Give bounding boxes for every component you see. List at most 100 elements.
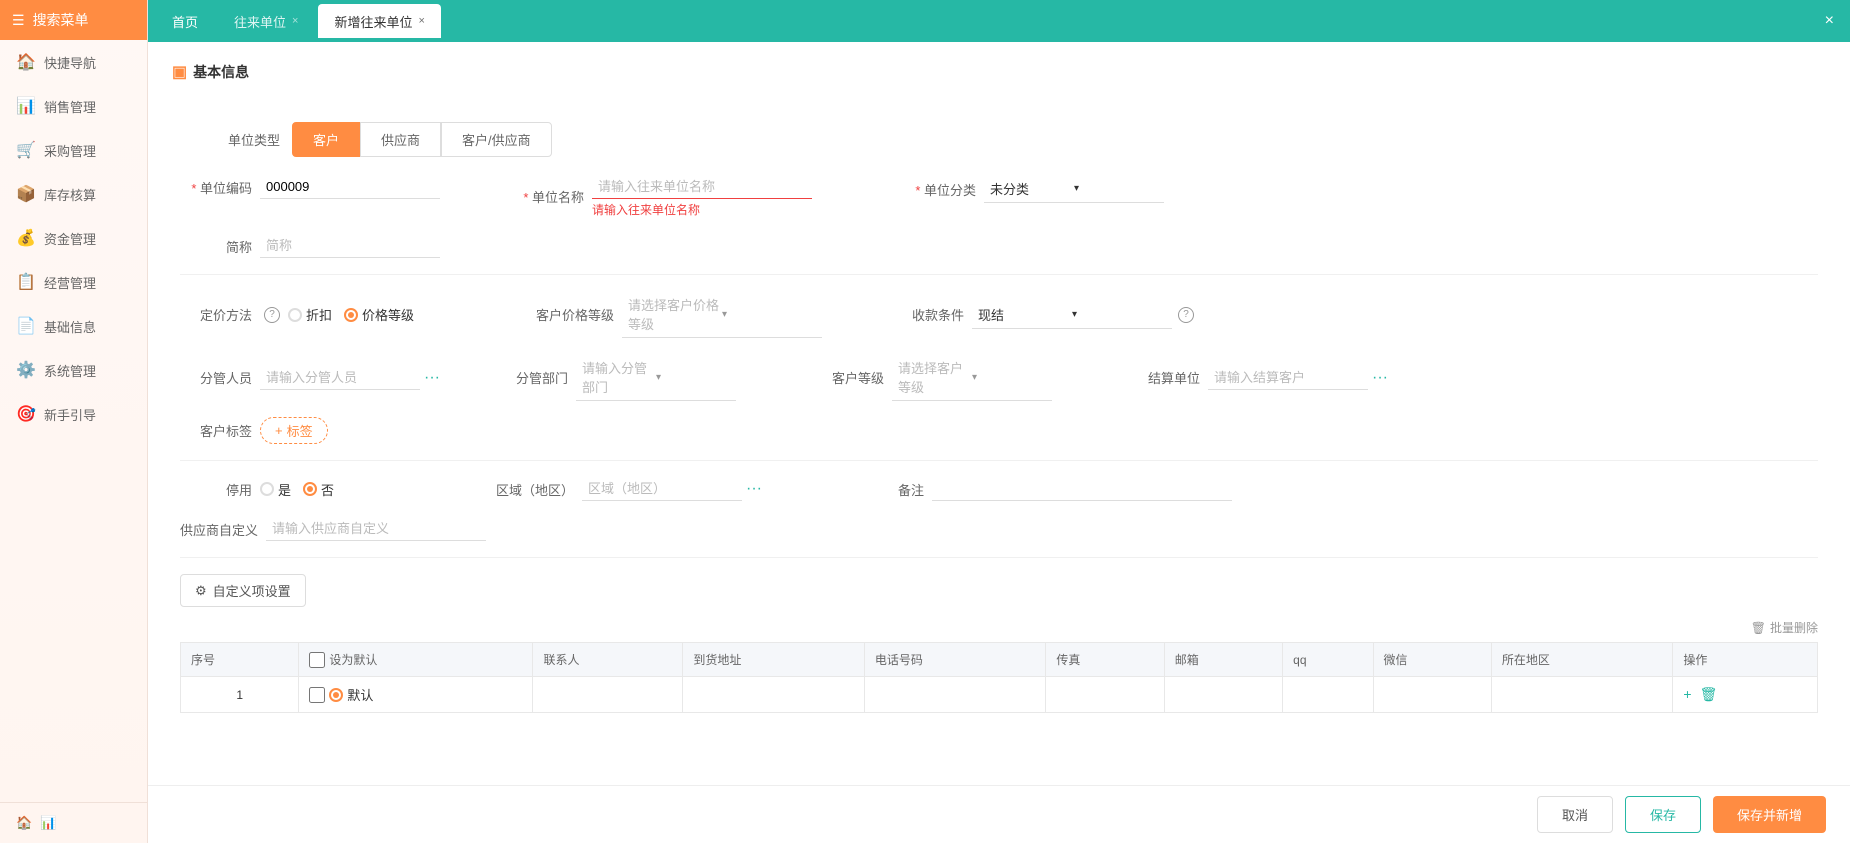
dept-select[interactable]: 请输入分管部门 ▾ — [576, 354, 736, 401]
pricing-help-icon[interactable]: ? — [264, 307, 280, 323]
cell-address — [683, 677, 865, 713]
field-customer-level: 客户等级 请选择客户等级 ▾ — [812, 354, 1112, 401]
sidebar-item-inventory[interactable]: 📦 库存核算 — [0, 172, 147, 216]
cell-default: 默认 — [299, 677, 533, 713]
sidebar-item-operations[interactable]: 📋 经营管理 — [0, 260, 147, 304]
chevron-down-icon5: ▾ — [972, 372, 1046, 383]
sidebar-search[interactable]: ☰ 搜索菜单 — [0, 0, 147, 40]
sidebar-label-system: 系统管理 — [44, 361, 96, 380]
radio-no[interactable]: 否 — [303, 480, 334, 499]
form-row-7: 供应商自定义 — [180, 517, 1818, 541]
field-short-name: 简称 — [180, 234, 480, 258]
tab-partners[interactable]: 往来单位 × — [218, 4, 314, 38]
field-supplier-custom: 供应商自定义 — [180, 517, 580, 541]
batch-delete-label: 批量删除 — [1770, 619, 1818, 636]
section-divider-3 — [180, 557, 1818, 558]
tab-bar-close-all[interactable]: × — [1817, 8, 1842, 34]
short-name-input[interactable] — [260, 234, 440, 258]
form-section: 单位类型 客户 供应商 客户/供应商 单位编码 * 单位名称 请输入往来单位名称 — [172, 122, 1826, 713]
finance-icon: 💰 — [16, 228, 36, 248]
radio-yes-label: 是 — [278, 480, 291, 499]
settlement-unit-dots-btn[interactable]: ··· — [1368, 369, 1392, 387]
form-row-3: 定价方法 ? 折扣 价格等级 客户价格等级 — [180, 291, 1818, 338]
radio-price-level[interactable]: 价格等级 — [344, 305, 414, 324]
custom-settings-btn[interactable]: ⚙ 自定义项设置 — [180, 574, 306, 607]
tab-new-partner[interactable]: 新增往来单位 × — [318, 4, 440, 38]
type-btn-customer[interactable]: 客户 — [292, 122, 360, 157]
select-all-checkbox[interactable] — [309, 652, 325, 668]
field-customer-price-level: 客户价格等级 请选择客户价格等级 ▾ — [536, 291, 876, 338]
sidebar-item-system[interactable]: ⚙️ 系统管理 — [0, 348, 147, 392]
delete-row-icon[interactable]: 🗑 — [1700, 686, 1718, 703]
customer-price-level-value: 请选择客户价格等级 — [628, 295, 722, 333]
save-add-button[interactable]: 保存并新增 — [1713, 796, 1826, 833]
region-input[interactable] — [582, 477, 742, 501]
radio-discount[interactable]: 折扣 — [288, 305, 332, 324]
sidebar-bottom-icon1[interactable]: 🏠 — [16, 815, 32, 831]
add-row-icon[interactable]: + — [1683, 686, 1691, 703]
unit-name-input[interactable] — [592, 175, 812, 199]
tab-home-label: 首页 — [172, 12, 198, 31]
radio-no-circle — [303, 482, 317, 496]
content-area: ▣ 基本信息 单位类型 客户 供应商 客户/供应商 单位编码 * 单位名称 — [148, 42, 1850, 785]
customer-level-select[interactable]: 请选择客户等级 ▾ — [892, 354, 1052, 401]
field-pricing-method: 定价方法 ? 折扣 价格等级 — [180, 305, 520, 324]
sidebar-item-sales[interactable]: 📊 销售管理 — [0, 84, 147, 128]
save-button[interactable]: 保存 — [1625, 796, 1701, 833]
customer-price-level-select[interactable]: 请选择客户价格等级 ▾ — [622, 291, 822, 338]
row-default-radio[interactable]: 默认 — [329, 685, 373, 704]
sidebar-item-quick-nav[interactable]: 🏠 快捷导航 — [0, 40, 147, 84]
sidebar-bottom-icon2[interactable]: 📊 — [40, 815, 56, 831]
dept-label: 分管部门 — [496, 368, 576, 387]
batch-actions: 🗑 批量删除 — [180, 619, 1818, 636]
cell-num: 1 — [181, 677, 299, 713]
sidebar-bottom: 🏠 📊 — [0, 802, 147, 843]
settlement-unit-input[interactable] — [1208, 366, 1368, 390]
system-icon: ⚙️ — [16, 360, 36, 380]
sidebar-item-purchase[interactable]: 🛒 采购管理 — [0, 128, 147, 172]
search-icon: ☰ — [12, 12, 25, 29]
chevron-down-icon2: ▾ — [722, 309, 816, 320]
sidebar-item-new-guide[interactable]: 🎯 新手引导 — [0, 392, 147, 436]
tab-partners-close[interactable]: × — [292, 15, 298, 27]
cancel-button[interactable]: 取消 — [1537, 796, 1613, 833]
section-divider-2 — [180, 460, 1818, 461]
radio-price-level-label: 价格等级 — [362, 305, 414, 324]
sidebar-item-finance[interactable]: 💰 资金管理 — [0, 216, 147, 260]
pricing-method-label: 定价方法 — [180, 305, 260, 324]
payment-terms-select[interactable]: 现结 ▾ — [972, 301, 1172, 329]
radio-no-label: 否 — [321, 480, 334, 499]
unit-code-input[interactable] — [260, 175, 440, 199]
operations-icon: 📋 — [16, 272, 36, 292]
customer-level-value: 请选择客户等级 — [898, 358, 972, 396]
type-btn-supplier[interactable]: 供应商 — [360, 122, 441, 157]
col-email: 邮箱 — [1164, 643, 1282, 677]
cell-action: + 🗑 — [1673, 677, 1818, 713]
tab-home[interactable]: 首页 — [156, 4, 214, 38]
radio-yes[interactable]: 是 — [260, 480, 291, 499]
payment-terms-help-icon[interactable]: ? — [1178, 307, 1194, 323]
field-manager: 分管人员 ··· — [180, 366, 480, 390]
contacts-table: 序号 设为默认 联系人 到货地址 电话号码 传真 邮箱 qq — [180, 642, 1818, 713]
sales-icon: 📊 — [16, 96, 36, 116]
manager-input[interactable] — [260, 366, 420, 390]
row-checkbox[interactable] — [309, 687, 325, 703]
tab-new-partner-close[interactable]: × — [418, 15, 424, 27]
sidebar-label-purchase: 采购管理 — [44, 141, 96, 160]
col-num: 序号 — [181, 643, 299, 677]
form-row-1: 单位编码 * 单位名称 请输入往来单位名称 * 单位分类 未分类 — [180, 175, 1818, 218]
table-header-row: 序号 设为默认 联系人 到货地址 电话号码 传真 邮箱 qq — [181, 643, 1818, 677]
supplier-custom-input[interactable] — [266, 517, 486, 541]
type-btn-both[interactable]: 客户/供应商 — [441, 122, 552, 157]
form-row-4: 分管人员 ··· 分管部门 请输入分管部门 ▾ 客户等级 请选择客户等级 — [180, 354, 1818, 401]
sidebar-item-basic-info[interactable]: 📄 基础信息 — [0, 304, 147, 348]
sidebar-label-sales: 销售管理 — [44, 97, 96, 116]
batch-delete-btn[interactable]: 🗑 批量删除 — [1751, 619, 1818, 636]
unit-category-select[interactable]: 未分类 ▾ — [984, 175, 1164, 203]
region-dots-btn[interactable]: ··· — [742, 480, 766, 498]
remark-input[interactable] — [932, 477, 1232, 501]
tag-add-btn[interactable]: + 标签 — [260, 417, 328, 444]
action-icons: + 🗑 — [1683, 686, 1807, 703]
manager-dots-btn[interactable]: ··· — [420, 369, 444, 387]
customer-level-label: 客户等级 — [812, 368, 892, 387]
